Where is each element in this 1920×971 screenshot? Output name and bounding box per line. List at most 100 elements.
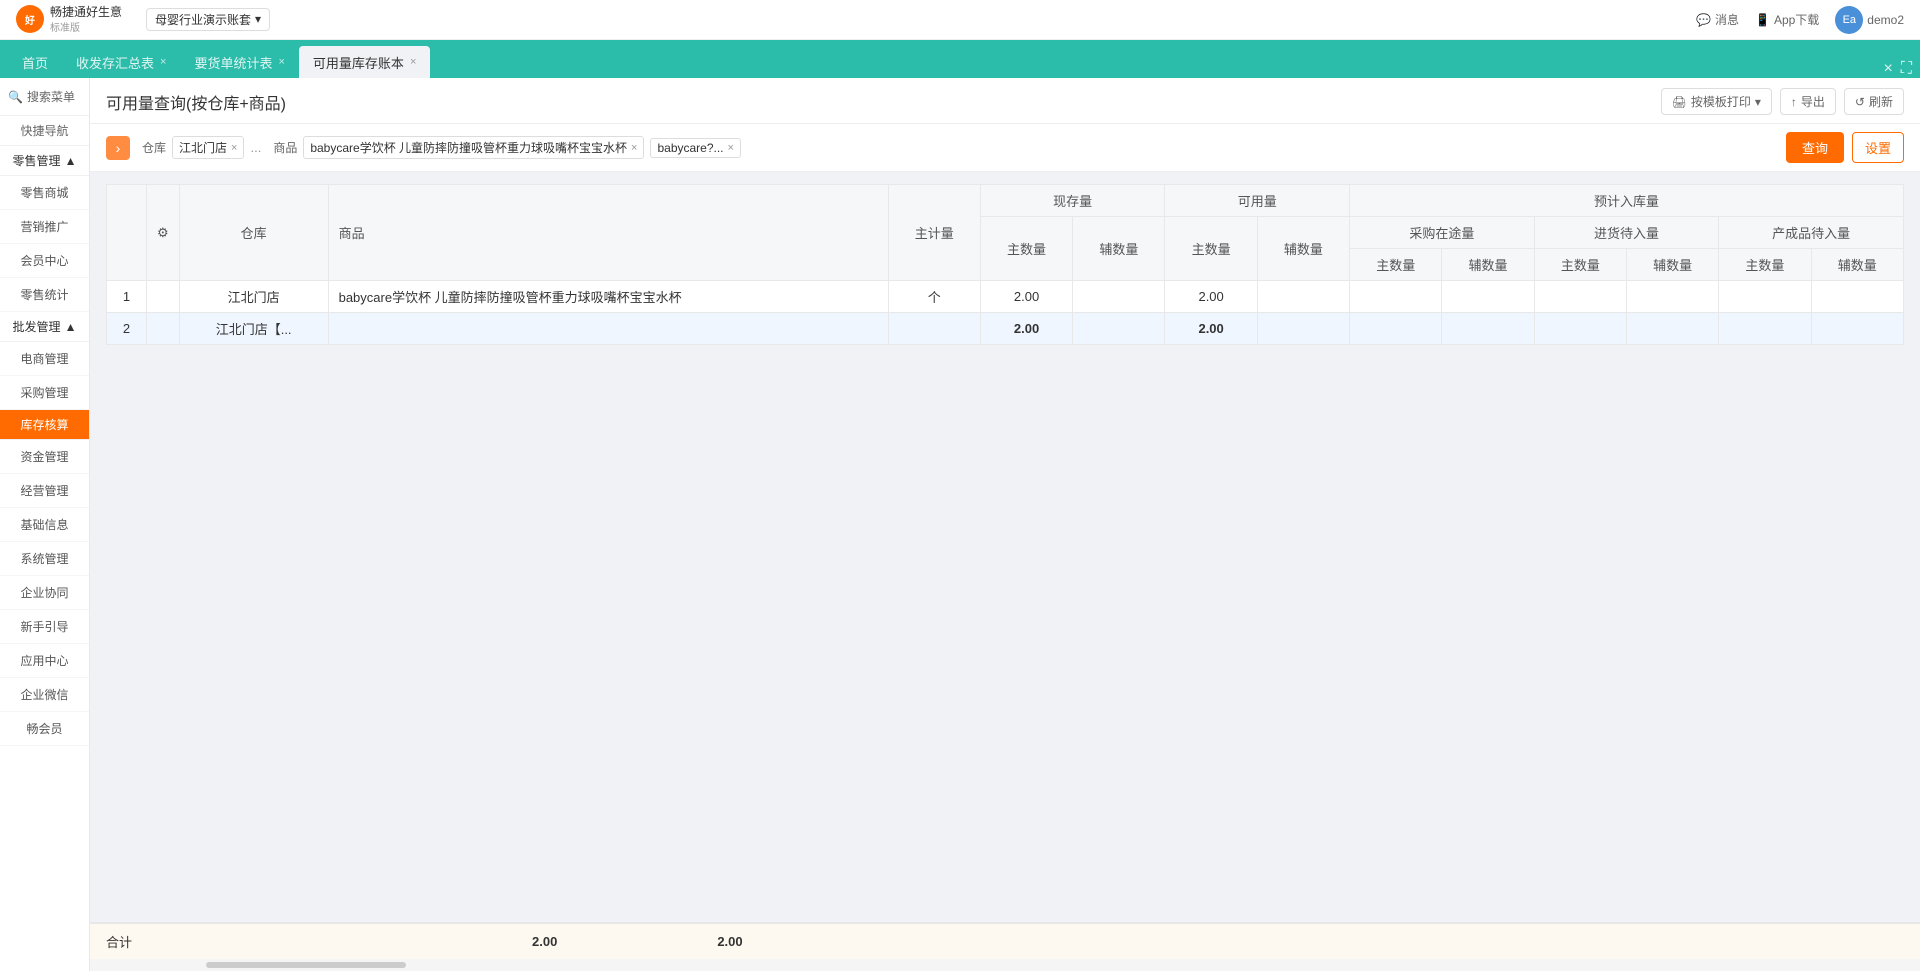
sidebar-finance-label: 资金管理 bbox=[20, 450, 68, 464]
expand-icon[interactable]: ⛶ bbox=[1901, 60, 1912, 78]
summary-warehouse: 江北门店【... bbox=[179, 313, 328, 345]
sidebar-item-finance[interactable]: 资金管理 bbox=[0, 440, 89, 474]
th-product-aux: 辅数量 bbox=[1811, 249, 1903, 281]
warehouse-filter-more[interactable]: ... bbox=[250, 140, 261, 155]
cell-product-aux bbox=[1811, 281, 1903, 313]
sidebar-nav-label: 快捷导航 bbox=[20, 124, 68, 138]
print-btn[interactable]: 🖨 按模板打印 ▾ bbox=[1661, 88, 1772, 115]
tab-order-stats-label: 要货单统计表 bbox=[194, 53, 272, 72]
summary-unit bbox=[888, 313, 980, 345]
print-icon: 🖨 bbox=[1672, 95, 1687, 109]
summary-avail-main: 2.00 bbox=[1165, 313, 1257, 345]
summary-settings[interactable] bbox=[147, 313, 180, 345]
app-icon: 📱 bbox=[1755, 13, 1770, 27]
sidebar-item-appcenter[interactable]: 应用中心 bbox=[0, 644, 89, 678]
product-filter-tag-2[interactable]: babycare?... × bbox=[650, 138, 740, 158]
sidebar-vip-label: 畅会员 bbox=[26, 722, 62, 736]
product-filter-value-2: babycare?... bbox=[657, 141, 723, 155]
tab-available-stock-close[interactable]: × bbox=[410, 56, 416, 68]
sidebar-item-purchase[interactable]: 采购管理 bbox=[0, 376, 89, 410]
sidebar-item-member[interactable]: 会员中心 bbox=[0, 244, 89, 278]
th-purchase-main: 主数量 bbox=[1350, 249, 1442, 281]
sidebar-item-newbie[interactable]: 新手引导 bbox=[0, 610, 89, 644]
cell-product-main bbox=[1719, 281, 1811, 313]
scroll-thumb[interactable] bbox=[206, 962, 406, 968]
sidebar-search[interactable]: 🔍 搜索菜单 bbox=[0, 78, 89, 116]
tab-receive-summary[interactable]: 收发存汇总表 × bbox=[62, 46, 180, 78]
sidebar-item-retail-stats[interactable]: 零售统计 bbox=[0, 278, 89, 312]
summary-num: 2 bbox=[107, 313, 147, 345]
message-label: 消息 bbox=[1715, 11, 1739, 28]
sidebar-item-basics[interactable]: 基础信息 bbox=[0, 508, 89, 542]
sidebar-nav-quicklink[interactable]: 快捷导航 bbox=[0, 116, 89, 146]
sidebar-item-vip[interactable]: 畅会员 bbox=[0, 712, 89, 746]
th-warehouse: 仓库 bbox=[179, 185, 328, 281]
sidebar-retail-stats-label: 零售统计 bbox=[20, 288, 68, 302]
th-product: 商品 bbox=[328, 185, 888, 281]
main-layout: 🔍 搜索菜单 快捷导航 零售管理 ▲ 零售商城 营销推广 会员中心 零售统计 批… bbox=[0, 78, 1920, 971]
summary-product-main bbox=[1719, 313, 1811, 345]
sidebar-basics-label: 基础信息 bbox=[20, 518, 68, 532]
print-dropdown-icon: ▾ bbox=[1755, 95, 1761, 109]
app-download-btn[interactable]: 📱 App下载 bbox=[1755, 11, 1819, 28]
sidebar-item-system[interactable]: 系统管理 bbox=[0, 542, 89, 576]
tab-bar: 首页 收发存汇总表 × 要货单统计表 × 可用量库存账本 × × ⛶ bbox=[0, 40, 1920, 78]
tab-receive-summary-close[interactable]: × bbox=[160, 56, 166, 68]
footer-avail-main: 2.00 bbox=[717, 934, 742, 949]
settings-button[interactable]: 设置 bbox=[1852, 132, 1904, 163]
sidebar-item-wholesale-mgmt[interactable]: 批发管理 ▲ bbox=[0, 312, 89, 342]
product-filter-tag-1[interactable]: babycare学饮杯 儿童防摔防撞吸管杯重力球吸嘴杯宝宝水杯 × bbox=[303, 136, 644, 159]
th-stock-group: 现存量 bbox=[980, 185, 1165, 217]
warehouse-filter-tag[interactable]: 江北门店 × bbox=[172, 136, 244, 159]
message-btn[interactable]: 💬 消息 bbox=[1696, 11, 1739, 28]
th-settings[interactable]: ⚙ bbox=[147, 185, 180, 281]
footer-label: 合计 bbox=[106, 932, 132, 951]
query-button[interactable]: 查询 bbox=[1786, 132, 1844, 163]
th-stock-main: 主数量 bbox=[980, 217, 1072, 281]
app-label: App下载 bbox=[1774, 11, 1819, 28]
table-row: 1 江北门店 babycare学饮杯 儿童防摔防撞吸管杯重力球吸嘴杯宝宝水杯 个… bbox=[107, 281, 1904, 313]
summary-avail-aux bbox=[1257, 313, 1349, 345]
refresh-btn[interactable]: ↺ 刷新 bbox=[1844, 88, 1904, 115]
th-rownum bbox=[107, 185, 147, 281]
sidebar-item-marketing[interactable]: 营销推广 bbox=[0, 210, 89, 244]
sidebar-item-ecommerce[interactable]: 电商管理 bbox=[0, 342, 89, 376]
logo-subtext: 标准版 bbox=[50, 19, 122, 34]
sidebar-operations-label: 经营管理 bbox=[20, 484, 68, 498]
sidebar-item-retail-shop[interactable]: 零售商城 bbox=[0, 176, 89, 210]
avatar: Ea bbox=[1835, 6, 1863, 34]
tab-home-label: 首页 bbox=[22, 53, 48, 72]
cell-stock-main: 2.00 bbox=[980, 281, 1072, 313]
sidebar-item-inventory[interactable]: 库存核算 bbox=[0, 410, 89, 440]
cell-rownum: 1 bbox=[107, 281, 147, 313]
tab-order-stats-close[interactable]: × bbox=[278, 56, 284, 68]
dropdown-icon: ▾ bbox=[255, 12, 261, 26]
export-label: 导出 bbox=[1801, 93, 1825, 110]
product-filter-group: 商品 babycare学饮杯 儿童防摔防撞吸管杯重力球吸嘴杯宝宝水杯 × bab… bbox=[273, 136, 741, 159]
user-area[interactable]: Ea demo2 bbox=[1835, 6, 1904, 34]
tab-home[interactable]: 首页 bbox=[8, 46, 62, 78]
product-filter-remove-2[interactable]: × bbox=[728, 142, 734, 154]
product-filter-remove-1[interactable]: × bbox=[631, 142, 637, 154]
filter-expand-btn[interactable]: › bbox=[106, 136, 130, 160]
close-all-icon[interactable]: × bbox=[1883, 60, 1892, 78]
sidebar-item-operations[interactable]: 经营管理 bbox=[0, 474, 89, 508]
th-product-sub: 产成品待入量 bbox=[1719, 217, 1904, 249]
industry-selector[interactable]: 母婴行业演示账套 ▾ bbox=[146, 8, 270, 31]
tab-order-stats[interactable]: 要货单统计表 × bbox=[180, 46, 298, 78]
page-actions: 🖨 按模板打印 ▾ ↑ 导出 ↺ 刷新 bbox=[1661, 88, 1904, 115]
sidebar-item-retail-mgmt[interactable]: 零售管理 ▲ bbox=[0, 146, 89, 176]
cell-avail-main: 2.00 bbox=[1165, 281, 1257, 313]
top-bar-left: 好 畅捷通好生意 标准版 母婴行业演示账套 ▾ bbox=[16, 5, 270, 34]
cell-unit: 个 bbox=[888, 281, 980, 313]
cell-settings[interactable] bbox=[147, 281, 180, 313]
tab-available-stock[interactable]: 可用量库存账本 × bbox=[299, 46, 430, 78]
summary-purchase-aux bbox=[1442, 313, 1534, 345]
scroll-area[interactable] bbox=[90, 959, 1920, 971]
th-product-main: 主数量 bbox=[1719, 249, 1811, 281]
export-btn[interactable]: ↑ 导出 bbox=[1780, 88, 1836, 115]
warehouse-filter-remove[interactable]: × bbox=[231, 142, 237, 154]
sidebar-wholesale-arrow: ▲ bbox=[65, 320, 77, 334]
sidebar-item-wecom[interactable]: 企业微信 bbox=[0, 678, 89, 712]
sidebar-item-enterprise[interactable]: 企业协同 bbox=[0, 576, 89, 610]
